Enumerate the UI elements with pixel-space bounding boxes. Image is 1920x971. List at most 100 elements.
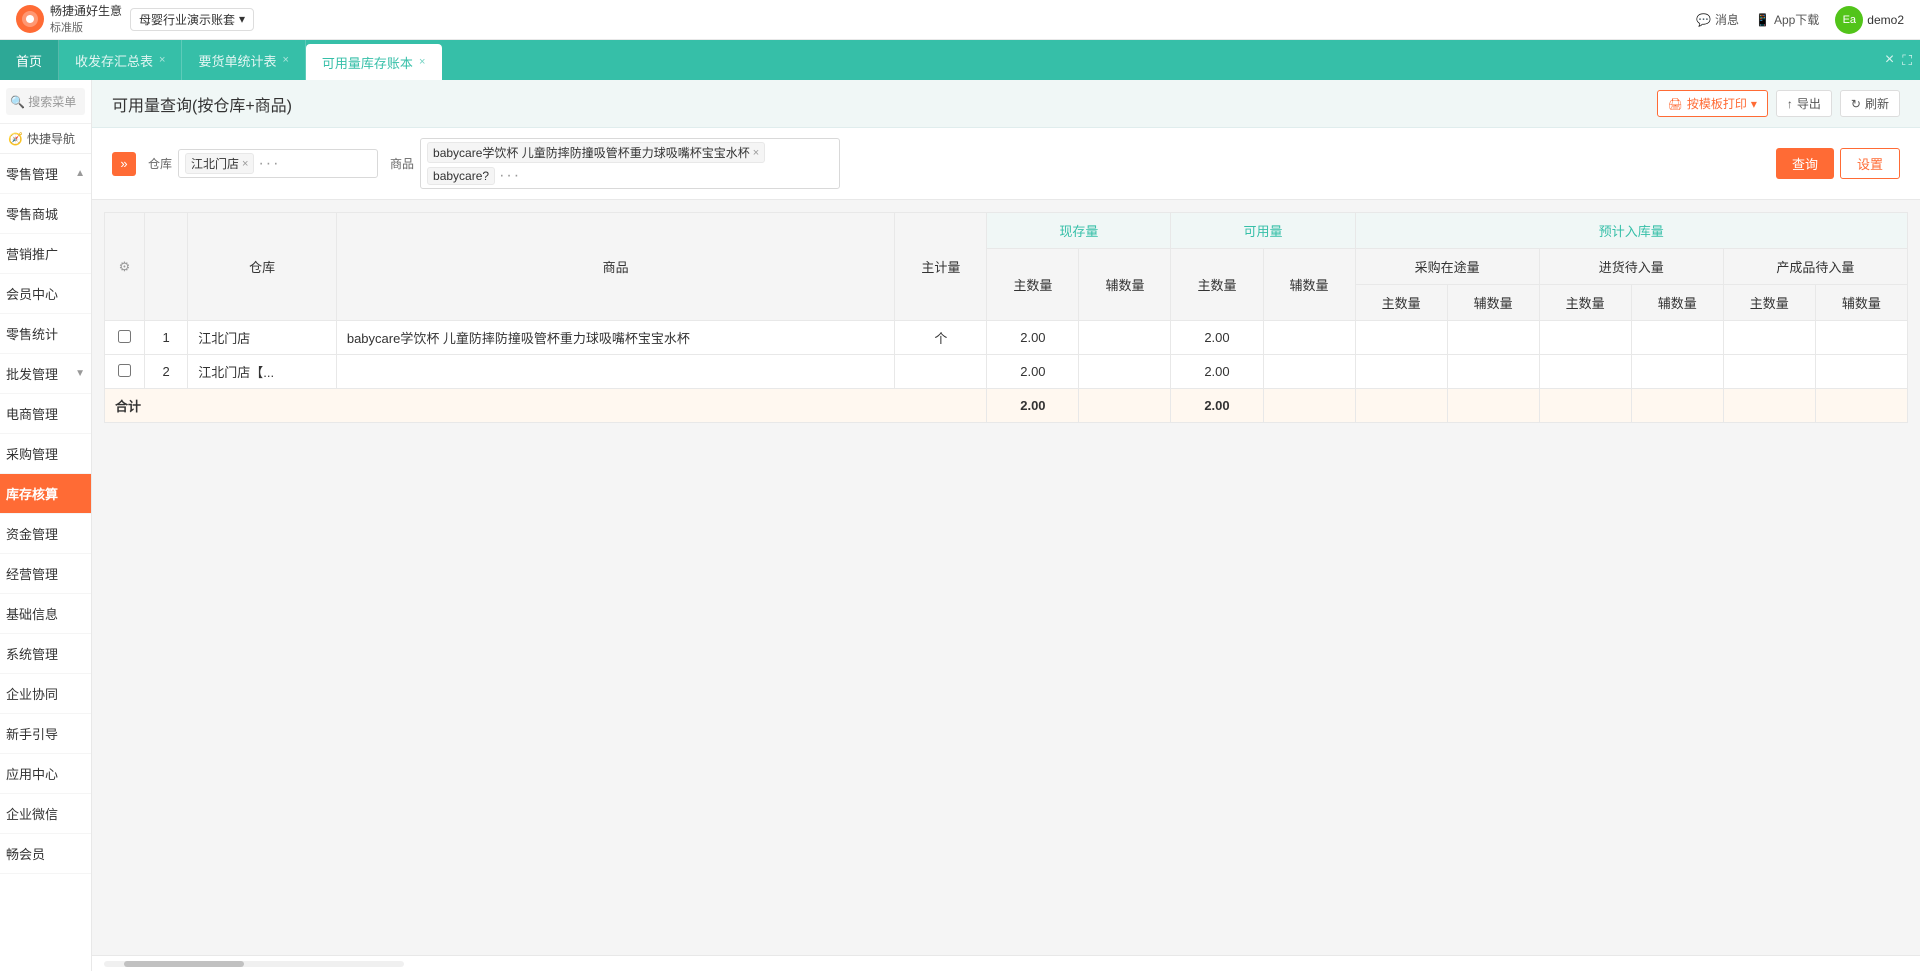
close-tab-receive[interactable]: × <box>159 54 165 66</box>
setting-btn[interactable]: 设置 <box>1840 148 1900 179</box>
sidebar-item-basic-info[interactable]: 基础信息 <box>0 594 91 634</box>
cell-avail-main: 2.00 <box>1171 321 1263 355</box>
data-table: ⚙ 仓库 商品 主计量 现存量 可用量 预计入库量 主数量 辅数量 主数量 <box>104 212 1908 423</box>
product-more-btn[interactable]: ··· <box>499 167 521 185</box>
expand-btn[interactable]: ⛶ <box>1902 52 1912 69</box>
nav-tabs: 首页 收发存汇总表 × 要货单统计表 × 可用量库存账本 × × ⛶ <box>0 40 1920 80</box>
cell-check[interactable] <box>105 321 145 355</box>
query-btn[interactable]: 查询 <box>1776 148 1834 179</box>
sidebar-item-marketing[interactable]: 营销推广 <box>0 234 91 274</box>
table-row: 2 江北门店【... 2.00 2.00 <box>105 355 1908 389</box>
warehouse-more-btn[interactable]: ··· <box>258 155 280 173</box>
sidebar-item-inventory[interactable]: 库存核算 <box>0 474 91 514</box>
col-main-unit: 主计量 <box>895 213 987 321</box>
sidebar-item-wholesale[interactable]: 批发管理 ▼ <box>0 354 91 394</box>
caret-up-icon: ▲ <box>75 168 85 179</box>
col-group-current-stock: 现存量 <box>987 213 1171 249</box>
nav-tabs-right: × ⛶ <box>1885 40 1920 80</box>
table-row: 1 江北门店 babycare学饮杯 儿童防摔防撞吸管杯重力球吸嘴杯宝宝水杯 个… <box>105 321 1908 355</box>
tab-receive-label: 收发存汇总表 <box>75 51 153 70</box>
top-bar-left: 畅捷通好生意 标准版 母婴行业演示账套 ▾ <box>16 4 254 34</box>
logo-text-area: 畅捷通好生意 标准版 <box>50 4 122 34</box>
refresh-btn[interactable]: ↻ 刷新 <box>1840 90 1900 117</box>
cell-product <box>336 355 894 389</box>
sidebar-item-collab[interactable]: 企业协同 <box>0 674 91 714</box>
summary-pur-pend-aux <box>1631 389 1723 423</box>
warehouse-tag-text: 江北门店 <box>191 155 239 172</box>
sidebar-item-finance[interactable]: 资金管理 <box>0 514 91 554</box>
bottom-bar <box>92 955 1920 971</box>
app-download-btn[interactable]: 📱 App下载 <box>1755 11 1819 28</box>
cell-check[interactable] <box>105 355 145 389</box>
industry-selector[interactable]: 母婴行业演示账套 ▾ <box>130 8 254 31</box>
message-label: 消息 <box>1715 11 1739 28</box>
product-input[interactable]: babycare学饮杯 儿童防摔防撞吸管杯重力球吸嘴杯宝宝水杯 × babyca… <box>420 138 840 189</box>
export-btn[interactable]: ↑ 导出 <box>1776 90 1832 117</box>
logo-area: 畅捷通好生意 标准版 <box>16 4 122 34</box>
scroll-thumb[interactable] <box>124 961 244 967</box>
sidebar-label: 批发管理 <box>6 364 58 383</box>
col-fin-pend-aux: 辅数量 <box>1815 285 1907 321</box>
settings-gear-icon[interactable]: ⚙ <box>119 259 131 274</box>
sidebar-item-wecom[interactable]: 企业微信 <box>0 794 91 834</box>
sidebar-label: 系统管理 <box>6 644 58 663</box>
close-tab-available[interactable]: × <box>419 56 425 68</box>
sidebar-item-purchase[interactable]: 采购管理 <box>0 434 91 474</box>
sidebar-label: 电商管理 <box>6 404 58 423</box>
close-all-tabs-btn[interactable]: × <box>1885 51 1894 69</box>
message-btn[interactable]: 💬 消息 <box>1696 11 1739 28</box>
sidebar-item-retail-mgmt[interactable]: 零售管理 ▲ <box>0 154 91 194</box>
row-checkbox[interactable] <box>118 330 131 343</box>
sidebar-label: 基础信息 <box>6 604 58 623</box>
filter-expand-btn[interactable]: » <box>112 152 136 176</box>
user-area[interactable]: Ea demo2 <box>1835 6 1904 34</box>
quick-nav-btn[interactable]: 🧭 快捷导航 <box>0 124 91 154</box>
sidebar-label: 企业协同 <box>6 684 58 703</box>
col-warehouse: 仓库 <box>188 213 337 321</box>
sidebar-item-ecommerce[interactable]: 电商管理 <box>0 394 91 434</box>
cell-product: babycare学饮杯 儿童防摔防撞吸管杯重力球吸嘴杯宝宝水杯 <box>336 321 894 355</box>
sidebar-item-member[interactable]: 会员中心 <box>0 274 91 314</box>
col-pur-trans-aux: 辅数量 <box>1447 285 1539 321</box>
sidebar-label: 会员中心 <box>6 284 58 303</box>
tab-order-stats[interactable]: 要货单统计表 × <box>182 40 305 80</box>
remove-product-tag-1[interactable]: × <box>753 147 759 159</box>
filter-buttons: 查询 设置 <box>1776 148 1900 179</box>
col-group-available: 可用量 <box>1171 213 1355 249</box>
col-fin-pend-main: 主数量 <box>1723 285 1815 321</box>
sidebar-label: 零售统计 <box>6 324 58 343</box>
cell-fin-pend-main <box>1723 355 1815 389</box>
sidebar-item-retail-mall[interactable]: 零售商城 <box>0 194 91 234</box>
scroll-track[interactable] <box>104 961 404 967</box>
product-tag-2: babycare? <box>427 167 495 185</box>
sidebar-item-newbie[interactable]: 新手引导 <box>0 714 91 754</box>
product-filter-label: 商品 <box>390 155 414 172</box>
row-checkbox[interactable] <box>118 364 131 377</box>
close-tab-order[interactable]: × <box>282 54 288 66</box>
sidebar-item-member2[interactable]: 畅会员 <box>0 834 91 874</box>
remove-warehouse-tag[interactable]: × <box>242 158 248 170</box>
cell-stock-main: 2.00 <box>987 321 1079 355</box>
col-settings: ⚙ <box>105 213 145 321</box>
filter-bar: » 仓库 江北门店 × ··· 商品 babycare学饮杯 儿童防摔防撞吸管杯… <box>92 128 1920 200</box>
sidebar-item-retail-stats[interactable]: 零售统计 <box>0 314 91 354</box>
sidebar-item-app-center[interactable]: 应用中心 <box>0 754 91 794</box>
sidebar-item-system[interactable]: 系统管理 <box>0 634 91 674</box>
tab-receive-summary[interactable]: 收发存汇总表 × <box>59 40 182 80</box>
sidebar-item-operations[interactable]: 经营管理 <box>0 554 91 594</box>
warehouse-filter-label: 仓库 <box>148 155 172 172</box>
cell-avail-aux <box>1263 321 1355 355</box>
search-menu-btn[interactable]: 🔍 搜索菜单 <box>6 88 85 115</box>
warehouse-input[interactable]: 江北门店 × ··· <box>178 149 378 178</box>
col-stock-main: 主数量 <box>987 249 1079 321</box>
tab-available-stock[interactable]: 可用量库存账本 × <box>306 44 442 80</box>
cell-pur-pend-aux <box>1631 355 1723 389</box>
template-print-btn[interactable]: 🖨 按模板打印 ▾ <box>1657 90 1768 117</box>
col-pur-pend-aux: 辅数量 <box>1631 285 1723 321</box>
cell-pur-pend-main <box>1539 321 1631 355</box>
tab-home[interactable]: 首页 <box>0 40 59 80</box>
export-icon: ↑ <box>1787 97 1793 111</box>
printer-icon: 🖨 <box>1668 97 1683 111</box>
summary-row: 合计 2.00 2.00 <box>105 389 1908 423</box>
warehouse-filter-group: 仓库 江北门店 × ··· <box>148 149 378 178</box>
